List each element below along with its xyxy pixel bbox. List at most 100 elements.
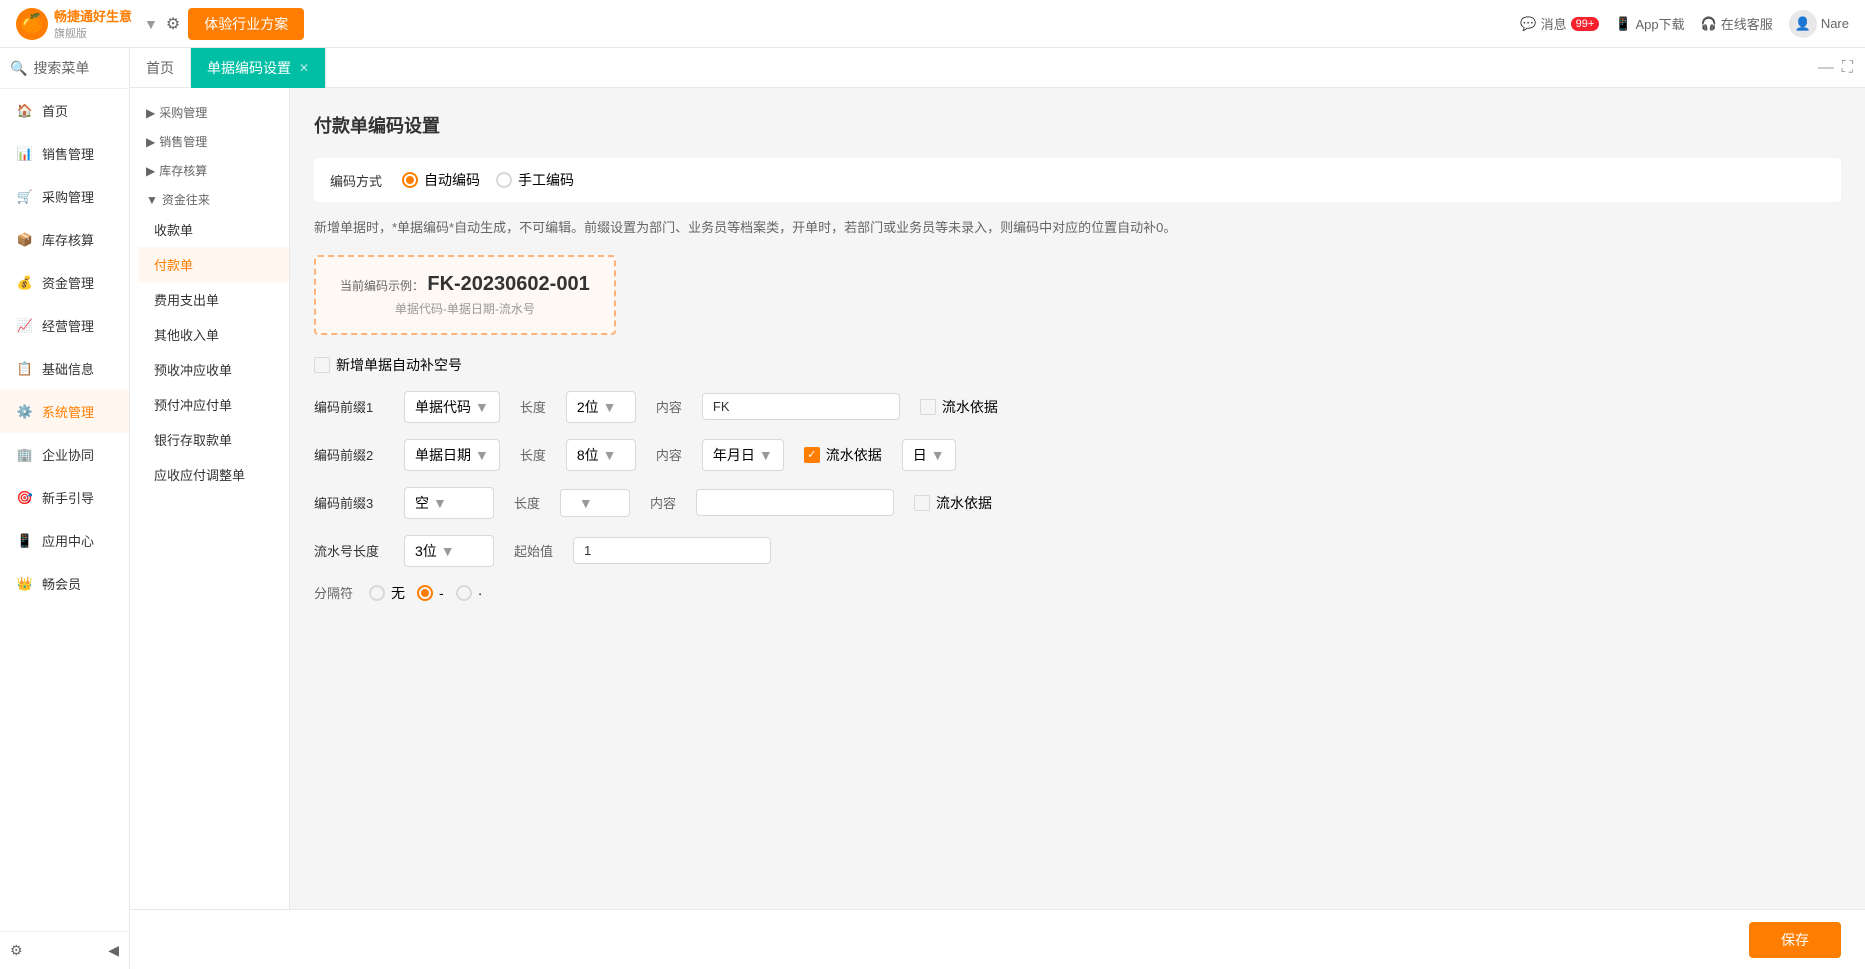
avatar-icon: 👤 [1789, 10, 1817, 38]
prefix3-length-arrow-icon: ▼ [579, 495, 593, 511]
sub-item-advance-pay[interactable]: 预付冲应付单 [138, 387, 289, 422]
sidebar-item-guide[interactable]: 🎯 新手引导 [0, 476, 129, 519]
sales-icon: 📊 [16, 145, 34, 163]
sidebar-item-sales[interactable]: 📊 销售管理 [0, 132, 129, 175]
sidebar-item-member[interactable]: 👑 畅会员 [0, 562, 129, 605]
sub-item-bank-deposit[interactable]: 银行存取款单 [138, 422, 289, 457]
coding-mode-label: 编码方式 [330, 171, 382, 190]
basic-icon: 📋 [16, 360, 34, 378]
save-button[interactable]: 保存 [1749, 922, 1841, 958]
manual-coding-circle [496, 172, 512, 188]
start-value-input[interactable] [573, 537, 771, 564]
sidebar-item-operation[interactable]: 📈 经营管理 [0, 304, 129, 347]
prefix3-serial-checkbox[interactable] [914, 495, 930, 511]
tab-home[interactable]: 首页 [130, 48, 191, 88]
prefix3-content-label: 内容 [650, 493, 676, 512]
manual-coding-radio[interactable]: 手工编码 [496, 170, 574, 190]
separator-dot-radio[interactable]: · [456, 585, 483, 601]
prefix2-content-select[interactable]: 年月日 ▼ [702, 439, 784, 471]
prefix1-serial-group: 流水依据 [920, 397, 998, 417]
user-avatar[interactable]: 👤 Nare [1789, 10, 1849, 38]
sidebar-item-home[interactable]: 🏠 首页 [0, 89, 129, 132]
prefix2-content-label: 内容 [656, 445, 682, 464]
prefix3-select[interactable]: 空 ▼ [404, 487, 494, 519]
search-menu[interactable]: 🔍 搜索菜单 [0, 48, 129, 89]
prefix2-length-select[interactable]: 8位 ▼ [566, 439, 636, 471]
prefix2-serial-day-select[interactable]: 日 ▼ [902, 439, 956, 471]
serial-length-select[interactable]: 3位 ▼ [404, 535, 494, 567]
auto-fill-label: 新增单据自动补空号 [336, 355, 462, 375]
prefix1-content-label: 内容 [656, 397, 682, 416]
auto-fill-checkbox[interactable]: 新增单据自动补空号 [314, 355, 1841, 375]
purchase-icon: 🛒 [16, 188, 34, 206]
system-icon: ⚙️ [16, 403, 34, 421]
start-value-label: 起始值 [514, 541, 553, 560]
prefix1-serial-label: 流水依据 [942, 397, 998, 417]
separator-radio-group: 无 - · [369, 583, 482, 603]
sub-item-other-income[interactable]: 其他收入单 [138, 317, 289, 352]
separator-dot-circle [456, 585, 472, 601]
sidebar-bottom: ⚙ ◀ [0, 931, 129, 969]
message-button[interactable]: 💬 消息 99+ [1520, 14, 1599, 33]
logo-text: 畅捷通好生意 旗舰版 [54, 6, 132, 41]
auto-coding-radio[interactable]: 自动编码 [402, 170, 480, 190]
app-download-button[interactable]: 📱 App下载 [1615, 14, 1684, 33]
topbar-right: 💬 消息 99+ 📱 App下载 🎧 在线客服 👤 Nare [1520, 10, 1849, 38]
finance-icon: 💰 [16, 274, 34, 292]
prefix1-select[interactable]: 单据代码 ▼ [404, 391, 500, 423]
prefix1-length-select[interactable]: 2位 ▼ [566, 391, 636, 423]
inventory-icon: 📦 [16, 231, 34, 249]
info-text: 新增单据时，*单据编码*自动生成，不可编辑。前缀设置为部门、业务员等档案类，开单… [314, 218, 1841, 239]
sidebar-item-appstore[interactable]: 📱 应用中心 [0, 519, 129, 562]
sidebar-item-purchase[interactable]: 🛒 采购管理 [0, 175, 129, 218]
sidebar-item-enterprise[interactable]: 🏢 企业协同 [0, 433, 129, 476]
separator-dash-radio[interactable]: - [417, 585, 444, 601]
operation-icon: 📈 [16, 317, 34, 335]
separator-row: 分隔符 无 - · [314, 583, 1841, 603]
sidebar-item-basic[interactable]: 📋 基础信息 [0, 347, 129, 390]
prefix2-select[interactable]: 单据日期 ▼ [404, 439, 500, 471]
sub-item-advance-collect[interactable]: 预收冲应收单 [138, 352, 289, 387]
sub-item-adjust[interactable]: 应收应付调整单 [138, 457, 289, 492]
sub-item-expense[interactable]: 费用支出单 [138, 282, 289, 317]
logo-icon: 🍊 [16, 8, 48, 40]
prefix2-length-label: 长度 [520, 445, 546, 464]
trial-button[interactable]: 体验行业方案 [188, 8, 304, 40]
tab-coding[interactable]: 单据编码设置 ✕ [191, 48, 326, 88]
prefix1-content-input[interactable] [702, 393, 900, 420]
prefix1-serial-checkbox[interactable] [920, 399, 936, 415]
sidebar-settings-icon[interactable]: ⚙ [10, 942, 23, 959]
prefix2-arrow-icon: ▼ [475, 447, 489, 463]
preview-box: 当前编码示例： FK-20230602-001 单据代码-单据日期-流水号 [314, 255, 616, 335]
sidebar-item-finance[interactable]: 💰 资金管理 [0, 261, 129, 304]
sub-item-payment[interactable]: 付款单 [138, 247, 289, 282]
guide-icon: 🎯 [16, 489, 34, 507]
prefix3-content-input[interactable] [696, 489, 894, 516]
prefix3-length-select[interactable]: ▼ [560, 489, 630, 517]
sidebar-item-system[interactable]: ⚙️ 系统管理 [0, 390, 129, 433]
app-icon: 📱 [1615, 16, 1631, 32]
section-purchase[interactable]: ▶ 采购管理 [130, 96, 289, 125]
prefix2-serial-group: ✓ 流水依据 [804, 445, 882, 465]
settings-icon[interactable]: ⚙ [166, 14, 180, 34]
section-inventory[interactable]: ▶ 库存核算 [130, 154, 289, 183]
sidebar-item-inventory[interactable]: 📦 库存核算 [0, 218, 129, 261]
minimize-icon[interactable]: — [1818, 59, 1834, 77]
maximize-icon[interactable]: ⛶ [1842, 59, 1853, 77]
topbar: 🍊 畅捷通好生意 旗舰版 ▼ ⚙ 体验行业方案 💬 消息 99+ 📱 App下载… [0, 0, 1865, 48]
content-inner: ▶ 采购管理 ▶ 销售管理 ▶ 库存核算 ▼ 资金往来 收款单 [130, 88, 1865, 909]
separator-none-radio[interactable]: 无 [369, 583, 405, 603]
main-layout: 🔍 搜索菜单 🏠 首页 📊 销售管理 🛒 采购管理 📦 库存核算 💰 [0, 48, 1865, 969]
separator-label: 分隔符 [314, 583, 353, 602]
dropdown-arrow[interactable]: ▼ [144, 16, 158, 32]
section-sales[interactable]: ▶ 销售管理 [130, 125, 289, 154]
section-funds[interactable]: ▼ 资金往来 [130, 183, 289, 212]
prefix3-serial-label: 流水依据 [936, 493, 992, 513]
prefix2-serial-checkbox[interactable]: ✓ [804, 447, 820, 463]
online-service-button[interactable]: 🎧 在线客服 [1701, 14, 1773, 33]
sidebar-collapse-icon[interactable]: ◀ [108, 942, 119, 959]
sub-item-receipt[interactable]: 收款单 [138, 212, 289, 247]
section-purchase-arrow: ▶ [146, 106, 155, 120]
tab-close-icon[interactable]: ✕ [299, 61, 309, 75]
coding-mode-section: 编码方式 自动编码 手工编码 [314, 158, 1841, 202]
